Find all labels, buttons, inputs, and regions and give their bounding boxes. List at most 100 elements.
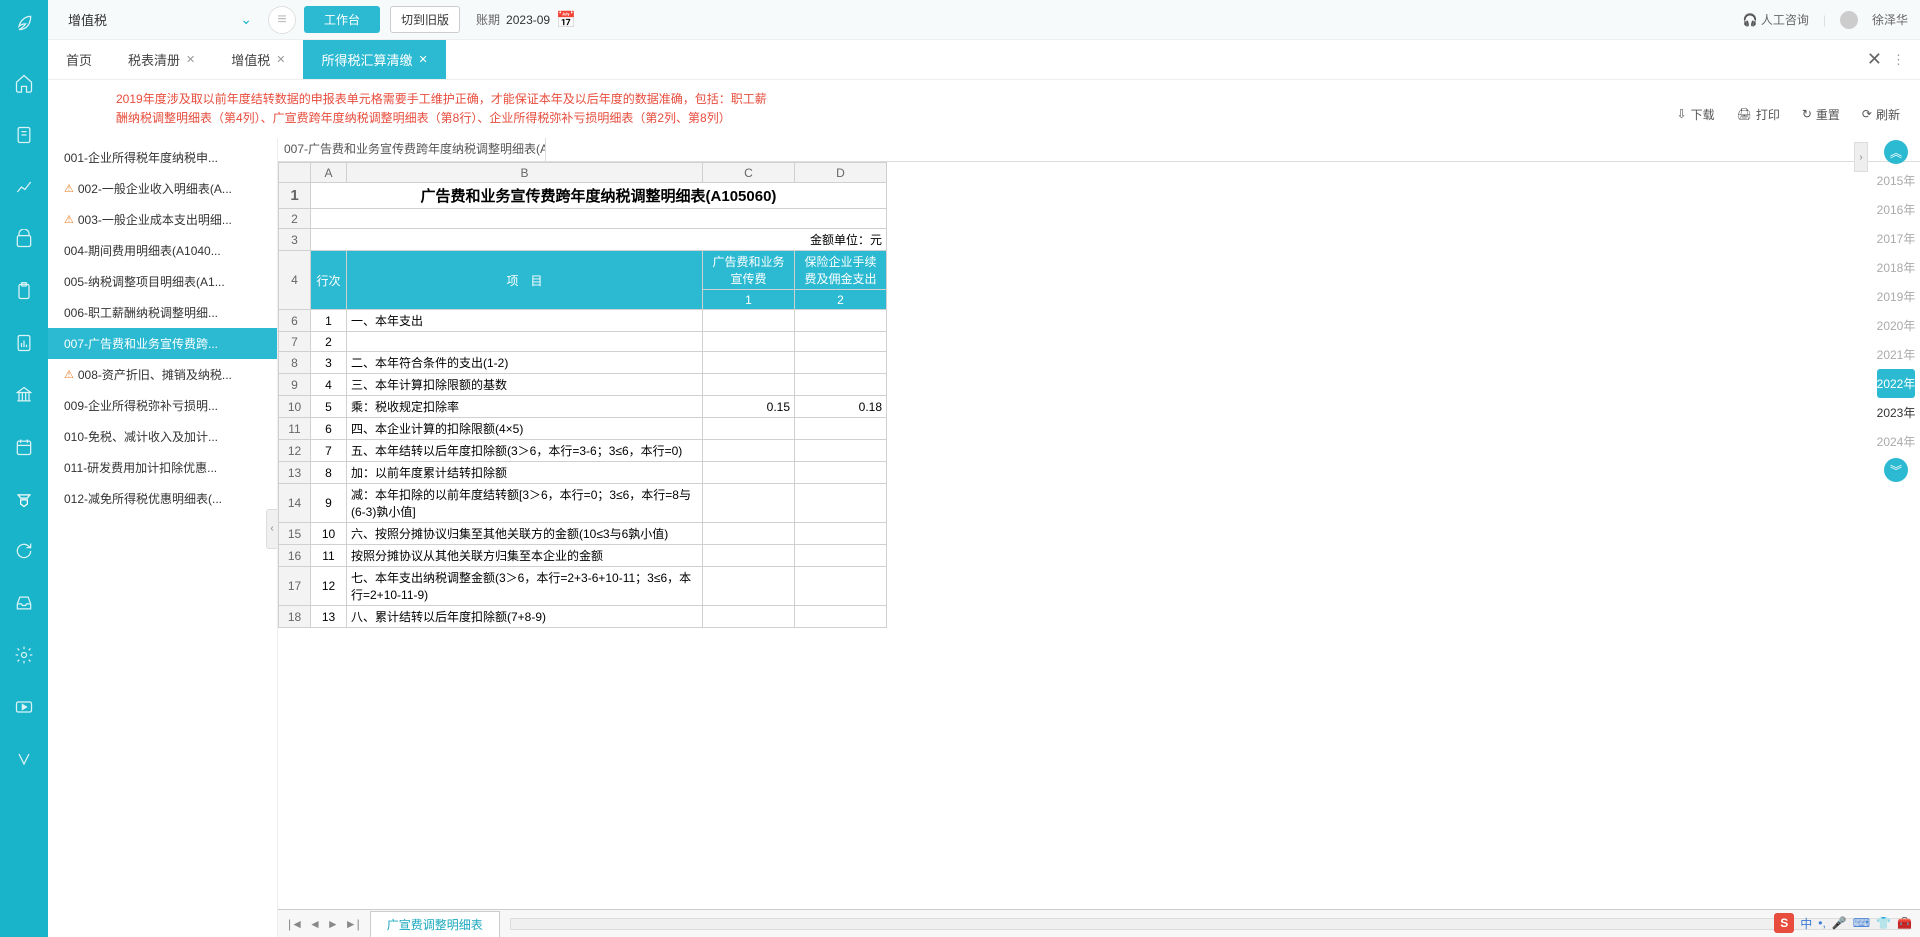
- form-list-item[interactable]: ⚠008-资产折旧、摊销及纳税...: [48, 359, 277, 390]
- year-up-icon[interactable]: ︽: [1884, 140, 1908, 164]
- period-value[interactable]: 2023-09: [506, 13, 550, 27]
- value-cell-c[interactable]: [703, 440, 795, 462]
- value-cell-d[interactable]: [795, 462, 887, 484]
- col-header-a[interactable]: A: [311, 163, 347, 183]
- value-cell-d[interactable]: [795, 567, 887, 606]
- year-item[interactable]: 2023年: [1877, 398, 1916, 427]
- item-cell[interactable]: 七、本年支出纳税调整金额(3＞6，本行=2+3-6+10-11；3≤6，本行=2…: [347, 567, 703, 606]
- gear-icon[interactable]: [13, 644, 35, 666]
- value-cell-c[interactable]: 0.15: [703, 396, 795, 418]
- row-header[interactable]: 14: [279, 484, 311, 523]
- module-dropdown[interactable]: 增值税 ⌄: [60, 6, 260, 33]
- value-cell-c[interactable]: [703, 462, 795, 484]
- tax-icon[interactable]: [13, 488, 35, 510]
- panel-close-icon[interactable]: ✕: [1867, 49, 1882, 70]
- collapse-right-handle[interactable]: ›: [1854, 142, 1868, 172]
- value-cell-c[interactable]: [703, 606, 795, 628]
- year-down-icon[interactable]: ︾: [1884, 458, 1908, 482]
- year-item[interactable]: 2017年: [1877, 224, 1916, 253]
- doc-icon[interactable]: [13, 124, 35, 146]
- formula-input[interactable]: [546, 138, 1920, 161]
- seq-cell[interactable]: 10: [311, 523, 347, 545]
- item-cell[interactable]: [347, 332, 703, 352]
- item-cell[interactable]: 按照分摊协议从其他关联方归集至本企业的金额: [347, 545, 703, 567]
- app-logo-icon[interactable]: [13, 12, 35, 34]
- ime-punct-icon[interactable]: •,: [1818, 916, 1826, 930]
- value-cell-d[interactable]: [795, 545, 887, 567]
- year-item[interactable]: 2020年: [1877, 311, 1916, 340]
- nav-prev-icon[interactable]: ◄: [307, 917, 323, 931]
- calendar-picker-icon[interactable]: 📅: [556, 10, 576, 30]
- row-header[interactable]: 7: [279, 332, 311, 352]
- row-header[interactable]: 6: [279, 310, 311, 332]
- row-header[interactable]: 15: [279, 523, 311, 545]
- sheet-table[interactable]: A B C D 1广告费和业务宣传费跨年度纳税调整明细表(A105060) 2 …: [278, 162, 887, 628]
- clipboard-icon[interactable]: [13, 280, 35, 302]
- value-cell-c[interactable]: [703, 484, 795, 523]
- year-item[interactable]: 2021年: [1877, 340, 1916, 369]
- ime-lang[interactable]: 中: [1800, 915, 1812, 932]
- row-header[interactable]: 17: [279, 567, 311, 606]
- ime-keyboard-icon[interactable]: ⌨: [1853, 916, 1870, 930]
- year-item[interactable]: 2019年: [1877, 282, 1916, 311]
- year-item[interactable]: 2024年: [1877, 427, 1916, 456]
- col-header-d[interactable]: D: [795, 163, 887, 183]
- download-button[interactable]: ⇩ 下载: [1677, 90, 1715, 138]
- form-list-item[interactable]: 005-纳税调整项目明细表(A1...: [48, 266, 277, 297]
- value-cell-d[interactable]: [795, 352, 887, 374]
- value-cell-d[interactable]: [795, 418, 887, 440]
- cell-reference[interactable]: 007-广告费和业务宣传费跨年度纳税调整明细表(A105060): [278, 138, 546, 161]
- seq-cell[interactable]: 5: [311, 396, 347, 418]
- horizontal-scrollbar[interactable]: [510, 918, 1910, 930]
- avatar-icon[interactable]: [1840, 11, 1858, 29]
- switch-old-button[interactable]: 切到旧版: [390, 6, 460, 33]
- value-cell-c[interactable]: [703, 523, 795, 545]
- item-cell[interactable]: 乘：税收规定扣除率: [347, 396, 703, 418]
- value-cell-d[interactable]: [795, 440, 887, 462]
- video-icon[interactable]: [13, 696, 35, 718]
- value-cell-d[interactable]: [795, 606, 887, 628]
- refresh-button[interactable]: ⟳ 刷新: [1862, 90, 1900, 138]
- sheet-tab[interactable]: 广宣费调整明细表: [370, 911, 500, 937]
- col-header-b[interactable]: B: [347, 163, 703, 183]
- row-header[interactable]: 8: [279, 352, 311, 374]
- row-header[interactable]: 9: [279, 374, 311, 396]
- year-item[interactable]: 2018年: [1877, 253, 1916, 282]
- value-cell-d[interactable]: [795, 484, 887, 523]
- corner-cell[interactable]: [279, 163, 311, 183]
- form-list-item[interactable]: 006-职工薪酬纳税调整明细...: [48, 297, 277, 328]
- tab-tax-list[interactable]: 税表清册✕: [110, 40, 213, 79]
- seq-cell[interactable]: 1: [311, 310, 347, 332]
- consult-link[interactable]: 🎧 人工咨询: [1743, 11, 1809, 28]
- nav-first-icon[interactable]: |◄: [286, 917, 305, 931]
- form-list-item[interactable]: 009-企业所得税弥补亏损明...: [48, 390, 277, 421]
- username[interactable]: 徐泽华: [1872, 11, 1908, 28]
- value-cell-c[interactable]: [703, 310, 795, 332]
- reset-button[interactable]: ↻ 重置: [1802, 90, 1840, 138]
- value-cell-c[interactable]: [703, 545, 795, 567]
- tab-vat[interactable]: 增值税✕: [213, 40, 303, 79]
- print-button[interactable]: 🖨 打印: [1737, 90, 1780, 138]
- form-list-item[interactable]: ⚠003-一般企业成本支出明细...: [48, 204, 277, 235]
- nav-next-icon[interactable]: ►: [325, 917, 341, 931]
- calendar-icon[interactable]: [13, 436, 35, 458]
- form-list-item[interactable]: 007-广告费和业务宣传费跨...: [48, 328, 277, 359]
- item-cell[interactable]: 二、本年符合条件的支出(1-2): [347, 352, 703, 374]
- close-icon[interactable]: ✕: [186, 53, 195, 66]
- year-item[interactable]: 2015年: [1877, 166, 1916, 195]
- item-cell[interactable]: 六、按照分摊协议归集至其他关联方的金额(10≤3与6孰小值): [347, 523, 703, 545]
- home-icon[interactable]: [13, 72, 35, 94]
- seq-cell[interactable]: 4: [311, 374, 347, 396]
- item-cell[interactable]: 加：以前年度累计结转扣除额: [347, 462, 703, 484]
- row-header[interactable]: 10: [279, 396, 311, 418]
- refresh-icon[interactable]: [13, 540, 35, 562]
- value-cell-c[interactable]: [703, 567, 795, 606]
- item-cell[interactable]: 五、本年结转以后年度扣除额(3＞6，本行=3-6；3≤6，本行=0): [347, 440, 703, 462]
- form-list-item[interactable]: 011-研发费用加计扣除优惠...: [48, 452, 277, 483]
- year-item[interactable]: 2022年: [1877, 369, 1916, 398]
- seq-cell[interactable]: 12: [311, 567, 347, 606]
- row-header[interactable]: 18: [279, 606, 311, 628]
- seq-cell[interactable]: 13: [311, 606, 347, 628]
- value-cell-d[interactable]: [795, 523, 887, 545]
- value-cell-d[interactable]: [795, 332, 887, 352]
